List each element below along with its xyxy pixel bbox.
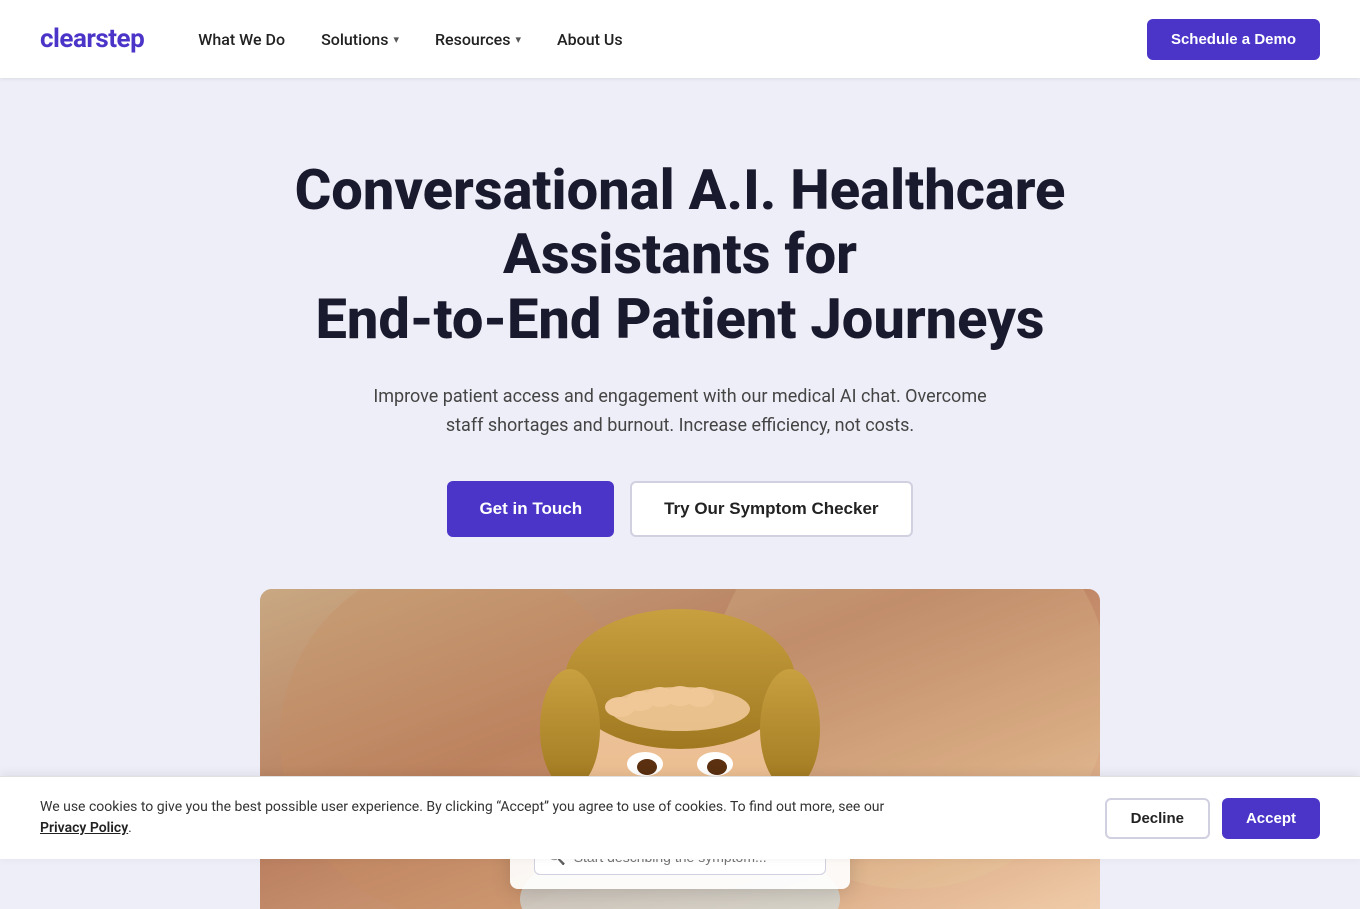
nav-links: What We Do Solutions ▾ Resources ▾ About… xyxy=(184,22,636,57)
try-symptom-checker-button[interactable]: Try Our Symptom Checker xyxy=(630,481,912,537)
nav-link-resources[interactable]: Resources ▾ xyxy=(421,22,535,57)
decline-button[interactable]: Decline xyxy=(1105,798,1210,839)
hero-title: Conversational A.I. Healthcare Assistant… xyxy=(230,158,1130,351)
navbar: clearstep What We Do Solutions ▾ Resourc… xyxy=(0,0,1360,78)
hero-subtitle: Improve patient access and engagement wi… xyxy=(360,383,1000,441)
hero-image: Our Symptom Checker 🔍 xyxy=(260,589,1100,909)
nav-link-what-we-do[interactable]: What We Do xyxy=(184,22,299,57)
hero-buttons: Get in Touch Try Our Symptom Checker xyxy=(20,481,1340,537)
privacy-policy-link[interactable]: Privacy Policy xyxy=(40,820,128,836)
logo[interactable]: clearstep xyxy=(40,24,144,54)
hero-image-wrapper: Our Symptom Checker 🔍 xyxy=(260,589,1100,909)
cookie-banner: We use cookies to give you the best poss… xyxy=(0,776,1360,859)
nav-link-about-us[interactable]: About Us xyxy=(543,22,637,57)
cookie-text: We use cookies to give you the best poss… xyxy=(40,797,900,839)
get-in-touch-button[interactable]: Get in Touch xyxy=(447,481,614,537)
cookie-buttons: Decline Accept xyxy=(1105,798,1320,839)
nav-left: clearstep What We Do Solutions ▾ Resourc… xyxy=(40,22,637,57)
chevron-down-icon: ▾ xyxy=(515,33,521,46)
chevron-down-icon: ▾ xyxy=(393,33,399,46)
accept-button[interactable]: Accept xyxy=(1222,798,1320,839)
schedule-demo-button[interactable]: Schedule a Demo xyxy=(1147,19,1320,60)
nav-link-solutions[interactable]: Solutions ▾ xyxy=(307,22,413,57)
